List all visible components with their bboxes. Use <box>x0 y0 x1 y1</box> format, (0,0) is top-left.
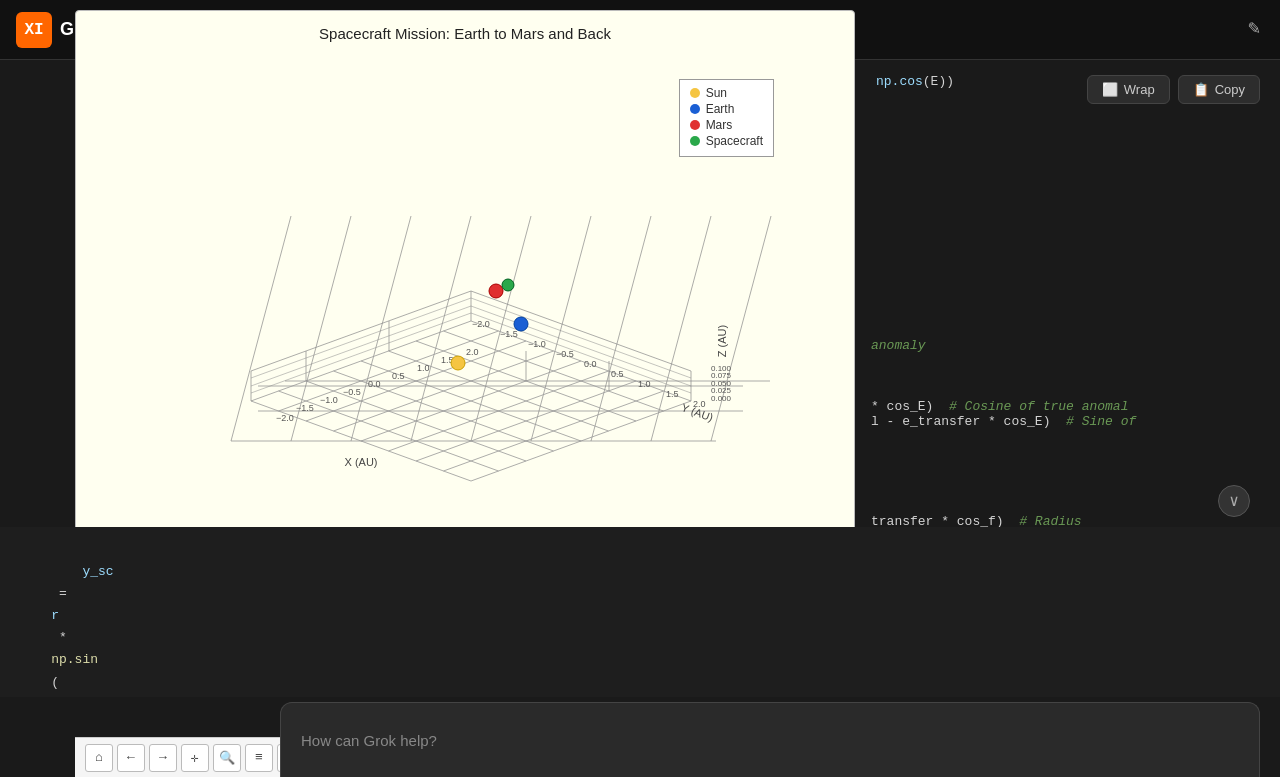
x-tick: −1.0 <box>320 395 338 405</box>
x-tick: 0.0 <box>368 379 381 389</box>
x-tick: −0.5 <box>343 387 361 397</box>
z-tick: 0.100 <box>711 364 732 373</box>
y-tick: −2.0 <box>472 319 490 329</box>
chart-svg-container: X (AU) −2.0 −1.5 −1.0 −0.5 0.0 0.5 1.0 1… <box>76 51 854 599</box>
plot-title: Spacecraft Mission: Earth to Mars and Ba… <box>76 25 854 42</box>
code-line: anomaly <box>871 338 1264 353</box>
z-tick: 0.050 <box>711 379 732 388</box>
z-tick: 0.000 <box>711 394 732 403</box>
wrap-label: Wrap <box>1124 82 1155 97</box>
nav-settings-button[interactable]: ≡ <box>245 744 273 772</box>
x-tick: 1.0 <box>417 363 430 373</box>
y-tick: 1.0 <box>638 379 651 389</box>
code-panel-mid: anomaly <box>855 330 1280 361</box>
copy-button[interactable]: 📋 Copy <box>1178 75 1260 104</box>
wrap-icon: ⬜ <box>1102 82 1118 97</box>
nav-forward-button[interactable]: → <box>149 744 177 772</box>
chat-placeholder: How can Grok help? <box>301 732 437 749</box>
svg-line-5 <box>531 216 591 441</box>
wall-line <box>471 306 691 386</box>
svg-line-3 <box>411 216 471 441</box>
y-tick: 2.0 <box>693 399 706 409</box>
y-tick: 1.5 <box>666 389 679 399</box>
code-line: * cos_E) # Cosine of true anomal <box>871 399 1264 414</box>
z-axis-label: Z (AU) <box>716 325 728 357</box>
code-line: l - e_transfer * cos_E) # Sine of <box>871 414 1264 429</box>
svg-line-0 <box>231 216 291 441</box>
x-tick: −2.0 <box>276 413 294 423</box>
scroll-down-button[interactable]: ∨ <box>1218 485 1250 517</box>
plot-panel: Spacecraft Mission: Earth to Mars and Ba… <box>75 10 855 600</box>
wall-line <box>251 298 471 378</box>
x-axis-label: X (AU) <box>345 456 378 468</box>
y-tick: −1.5 <box>500 329 518 339</box>
code-panel-lower: * cos_E) # Cosine of true anomal l - e_t… <box>855 395 1280 433</box>
point-earth <box>514 317 528 331</box>
bottom-code-panel: y_sc = r * np.sin ( theta_sc ) z_sc = 0 … <box>0 527 1280 697</box>
y-tick: 0.5 <box>611 369 624 379</box>
wrap-button[interactable]: ⬜ Wrap <box>1087 75 1170 104</box>
copy-icon: 📋 <box>1193 82 1209 97</box>
code-line: y_sc = r * np.sin ( theta_sc ) <box>20 539 1260 697</box>
x-tick: 0.5 <box>392 371 405 381</box>
nav-pan-button[interactable]: ✛ <box>181 744 209 772</box>
svg-line-6 <box>591 216 651 441</box>
y-tick: −1.0 <box>528 339 546 349</box>
point-spacecraft <box>502 279 514 291</box>
y-tick: 0.0 <box>584 359 597 369</box>
nav-home-button[interactable]: ⌂ <box>85 744 113 772</box>
app-name: G <box>60 19 74 40</box>
logo-area: XI G <box>16 12 74 48</box>
y-tick: −0.5 <box>556 349 574 359</box>
chat-bar[interactable]: How can Grok help? <box>280 702 1260 777</box>
nav-back-button[interactable]: ← <box>117 744 145 772</box>
plot-svg: X (AU) −2.0 −1.5 −1.0 −0.5 0.0 0.5 1.0 1… <box>76 51 855 581</box>
nav-zoom-button[interactable]: 🔍 <box>213 744 241 772</box>
logo-box: XI <box>16 12 52 48</box>
point-mars <box>489 284 503 298</box>
edit-icon[interactable]: ✎ <box>1248 15 1260 40</box>
wall-line <box>251 291 471 371</box>
point-sun <box>451 356 465 370</box>
svg-line-2 <box>351 216 411 441</box>
x-tick: 2.0 <box>466 347 479 357</box>
wall-line <box>251 306 471 386</box>
copy-label: Copy <box>1215 82 1245 97</box>
code-toolbar: ⬜ Wrap 📋 Copy <box>1087 75 1260 104</box>
x-tick: −1.5 <box>296 403 314 413</box>
